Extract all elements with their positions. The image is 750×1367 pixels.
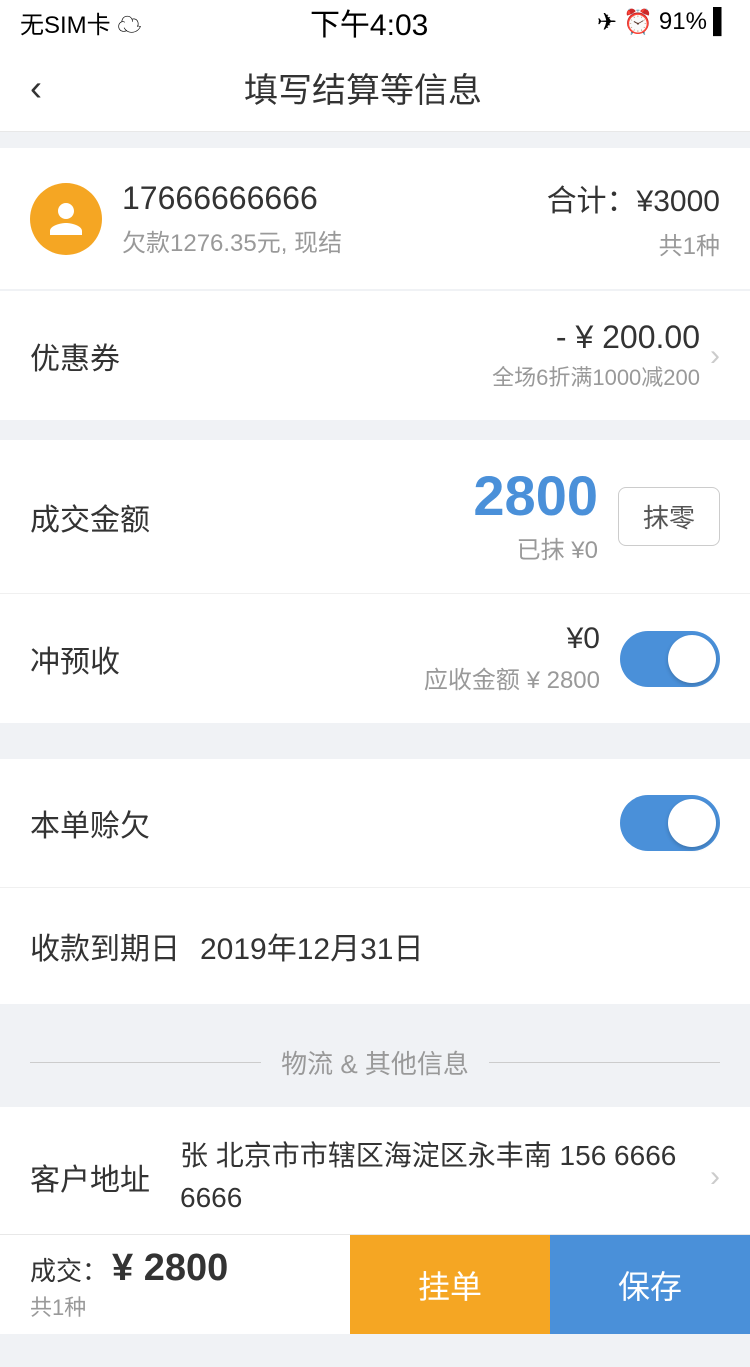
nav-bar: ‹ 填写结算等信息: [0, 44, 750, 132]
customer-phone: 17666666666: [122, 180, 547, 217]
transaction-section: 成交金额 2800 已抹 ¥0 抹零 冲预收 ¥0 应收金额 ¥ 2800: [0, 440, 750, 723]
debt-section: 本单赊欠 收款到期日 2019年12月31日: [0, 759, 750, 1004]
amount-label: 成交金额: [30, 495, 150, 539]
prepay-row: 冲预收 ¥0 应收金额 ¥ 2800: [0, 593, 750, 723]
amount-right: 2800 已抹 ¥0 抹零: [473, 468, 720, 565]
status-bar: 无SIM卡 ☁ 下午4:03 ✈ ⏰ 91% ▌: [0, 0, 750, 44]
coupon-right: - ¥ 200.00 全场6折满1000减200 ›: [492, 319, 720, 392]
coupon-desc: 全场6折满1000减200: [492, 360, 700, 392]
prepay-right: ¥0 应收金额 ¥ 2800: [424, 622, 720, 695]
section-divider-2: [0, 723, 750, 743]
location-icon: ✈: [597, 8, 617, 37]
coupon-value-wrap: - ¥ 200.00 全场6折满1000减200: [492, 319, 700, 392]
due-date-label: 收款到期日: [30, 924, 180, 968]
debt-row: 本单赊欠: [0, 759, 750, 887]
total-amount: 合计：¥3000: [547, 176, 720, 220]
amount-value-wrap: 2800 已抹 ¥0: [473, 468, 598, 565]
debt-toggle[interactable]: [620, 795, 720, 851]
due-date-row: 收款到期日 2019年12月31日: [0, 887, 750, 1004]
status-time: 下午4:03: [310, 0, 428, 44]
coupon-row[interactable]: 优惠券 - ¥ 200.00 全场6折满1000减200 ›: [0, 291, 750, 420]
customer-debt: 欠款1276.35元, 现结: [122, 223, 547, 258]
header-line-right: [489, 1062, 720, 1063]
status-right: ✈ ⏰ 91% ▌: [597, 8, 730, 37]
amount-row: 成交金额 2800 已抹 ¥0 抹零: [0, 440, 750, 593]
round-zero-button[interactable]: 抹零: [618, 487, 720, 546]
customer-info: 17666666666 欠款1276.35元, 现结: [122, 180, 547, 258]
footer-summary: 成交： ¥ 2800 共1种: [0, 1235, 350, 1334]
footer-count: 共1种: [30, 1290, 320, 1322]
header-line-left: [30, 1062, 261, 1063]
address-chevron-icon: ›: [710, 1160, 720, 1194]
address-value: 张 北京市市辖区海淀区永丰南 156 6666 6666: [180, 1135, 710, 1219]
due-date-value: 2019年12月31日: [200, 924, 423, 968]
battery-level: 91%: [659, 8, 707, 36]
address-row[interactable]: 客户地址 张 北京市市辖区海淀区永丰南 156 6666 6666 ›: [0, 1107, 750, 1247]
footer-deal-row: 成交： ¥ 2800: [30, 1247, 320, 1290]
sim-status: 无SIM卡 ☁: [20, 5, 141, 40]
save-button[interactable]: 保存: [550, 1235, 750, 1334]
page-title: 填写结算等信息: [62, 63, 664, 112]
total-count: 共1种: [547, 226, 720, 261]
chevron-right-icon: ›: [710, 339, 720, 373]
hang-order-button[interactable]: 挂单: [350, 1235, 550, 1334]
prepay-label: 冲预收: [30, 637, 120, 681]
address-label: 客户地址: [30, 1155, 150, 1199]
status-left: 无SIM卡 ☁: [20, 5, 141, 40]
back-button[interactable]: ‹: [30, 67, 62, 109]
coupon-label: 优惠券: [30, 334, 120, 378]
battery-icon: ▌: [713, 8, 730, 36]
customer-card: 17666666666 欠款1276.35元, 现结 合计：¥3000 共1种: [0, 148, 750, 289]
logistics-section-header: 物流 & 其他信息: [0, 1020, 750, 1105]
prepay-receivable: 应收金额 ¥ 2800: [424, 660, 600, 695]
prepay-toggle[interactable]: [620, 631, 720, 687]
alarm-icon: ⏰: [623, 8, 653, 37]
amount-value: 2800: [473, 468, 598, 524]
avatar: [30, 183, 102, 255]
user-icon: [46, 199, 86, 239]
footer-amount: ¥ 2800: [112, 1247, 228, 1290]
footer-bar: 成交： ¥ 2800 共1种 挂单 保存: [0, 1234, 750, 1334]
amount-zero-info: 已抹 ¥0: [473, 530, 598, 565]
coupon-amount: - ¥ 200.00: [492, 319, 700, 356]
prepay-value-wrap: ¥0 应收金额 ¥ 2800: [424, 622, 600, 695]
section-divider-1: [0, 420, 750, 440]
customer-total: 合计：¥3000 共1种: [547, 176, 720, 261]
debt-label: 本单赊欠: [30, 801, 150, 845]
footer-deal-label: 成交：: [30, 1251, 108, 1288]
prepay-value: ¥0: [424, 622, 600, 656]
logistics-header-text: 物流 & 其他信息: [261, 1044, 489, 1081]
